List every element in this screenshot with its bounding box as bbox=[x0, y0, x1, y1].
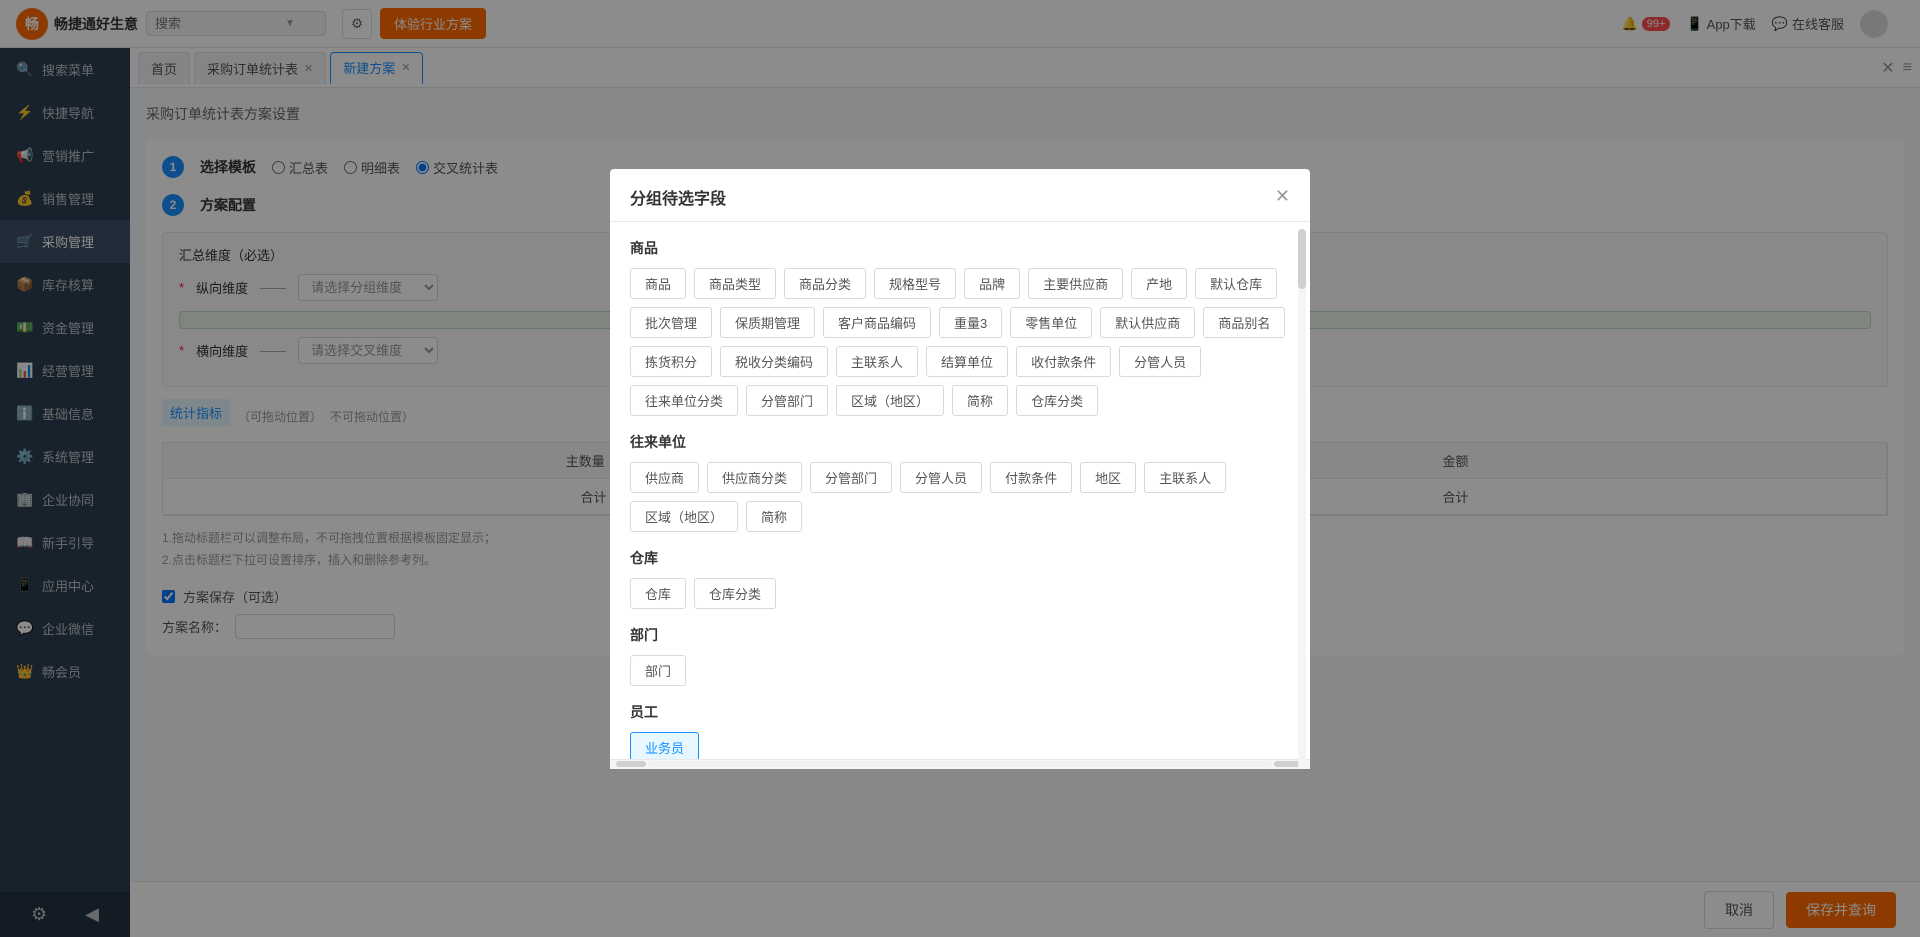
horizontal-scrollbar bbox=[610, 759, 1310, 769]
field-tag-area[interactable]: 地区 bbox=[1080, 462, 1136, 493]
field-tag-pick-points[interactable]: 拣货积分 bbox=[630, 346, 712, 377]
horizontal-scroll-track[interactable] bbox=[648, 761, 1272, 767]
field-tag-region2[interactable]: 区域（地区） bbox=[630, 501, 738, 532]
field-tags-staff: 业务员 bbox=[630, 732, 1290, 760]
section-dept: 部门 部门 bbox=[630, 625, 1290, 686]
field-tag-payment-terms[interactable]: 收付款条件 bbox=[1016, 346, 1111, 377]
field-tag-goods-category[interactable]: 商品分类 bbox=[784, 268, 866, 299]
field-tag-warehouse-category[interactable]: 仓库分类 bbox=[1016, 385, 1098, 416]
section-title-partner: 往来单位 bbox=[630, 432, 1290, 452]
field-tag-goods-type[interactable]: 商品类型 bbox=[694, 268, 776, 299]
field-tag-short-name[interactable]: 简称 bbox=[952, 385, 1008, 416]
section-title-goods: 商品 bbox=[630, 238, 1290, 258]
modal-header: 分组待选字段 ✕ bbox=[610, 169, 1310, 222]
section-staff: 员工 业务员 bbox=[630, 702, 1290, 760]
field-tag-brand[interactable]: 品牌 bbox=[964, 268, 1020, 299]
field-tag-main-supplier[interactable]: 主要供应商 bbox=[1028, 268, 1123, 299]
scrollbar-thumb[interactable] bbox=[1298, 229, 1306, 289]
field-tag-mgmt-dept[interactable]: 分管部门 bbox=[810, 462, 892, 493]
horizontal-scroll-left bbox=[616, 761, 646, 767]
field-tag-default-warehouse[interactable]: 默认仓库 bbox=[1195, 268, 1277, 299]
field-tag-main-contact2[interactable]: 主联系人 bbox=[1144, 462, 1226, 493]
field-tag-short-name2[interactable]: 简称 bbox=[746, 501, 802, 532]
field-tag-manager[interactable]: 分管人员 bbox=[1119, 346, 1201, 377]
section-goods: 商品 商品 商品类型 商品分类 规格型号 品牌 主要供应商 产地 默认仓库 批次… bbox=[630, 238, 1290, 416]
field-tag-dept-managed[interactable]: 分管部门 bbox=[746, 385, 828, 416]
field-tag-from-unit-category[interactable]: 往来单位分类 bbox=[630, 385, 738, 416]
field-tag-origin[interactable]: 产地 bbox=[1131, 268, 1187, 299]
section-title-warehouse: 仓库 bbox=[630, 548, 1290, 568]
section-warehouse: 仓库 仓库 仓库分类 bbox=[630, 548, 1290, 609]
field-tag-region-district[interactable]: 区域（地区） bbox=[836, 385, 944, 416]
modal-overlay: 分组待选字段 ✕ 商品 商品 商品类型 商品分类 规格型号 品牌 主要供应商 产… bbox=[0, 0, 1920, 937]
field-tag-tax-code[interactable]: 税收分类编码 bbox=[720, 346, 828, 377]
field-tag-default-supplier[interactable]: 默认供应商 bbox=[1100, 307, 1195, 338]
section-title-staff: 员工 bbox=[630, 702, 1290, 722]
section-partner: 往来单位 供应商 供应商分类 分管部门 分管人员 付款条件 地区 主联系人 区域… bbox=[630, 432, 1290, 532]
field-tag-customer-code[interactable]: 客户商品编码 bbox=[823, 307, 931, 338]
scrollbar-track[interactable] bbox=[1298, 229, 1306, 769]
modal: 分组待选字段 ✕ 商品 商品 商品类型 商品分类 规格型号 品牌 主要供应商 产… bbox=[610, 169, 1310, 769]
section-title-dept: 部门 bbox=[630, 625, 1290, 645]
field-tag-goods[interactable]: 商品 bbox=[630, 268, 686, 299]
field-tag-goods-alias[interactable]: 商品别名 bbox=[1203, 307, 1285, 338]
field-tag-warehouse[interactable]: 仓库 bbox=[630, 578, 686, 609]
field-tags-warehouse: 仓库 仓库分类 bbox=[630, 578, 1290, 609]
field-tags-dept: 部门 bbox=[630, 655, 1290, 686]
field-tag-mgmt-person[interactable]: 分管人员 bbox=[900, 462, 982, 493]
field-tag-salesperson[interactable]: 业务员 bbox=[630, 732, 699, 760]
field-tag-spec-type[interactable]: 规格型号 bbox=[874, 268, 956, 299]
field-tag-department[interactable]: 部门 bbox=[630, 655, 686, 686]
modal-title: 分组待选字段 bbox=[630, 185, 726, 209]
field-tag-payment-cond[interactable]: 付款条件 bbox=[990, 462, 1072, 493]
field-tag-supplier[interactable]: 供应商 bbox=[630, 462, 699, 493]
modal-close-button[interactable]: ✕ bbox=[1275, 186, 1290, 207]
field-tags-goods: 商品 商品类型 商品分类 规格型号 品牌 主要供应商 产地 默认仓库 批次管理 … bbox=[630, 268, 1290, 416]
field-tag-weight3[interactable]: 重量3 bbox=[939, 307, 1002, 338]
field-tags-partner: 供应商 供应商分类 分管部门 分管人员 付款条件 地区 主联系人 区域（地区） … bbox=[630, 462, 1290, 532]
field-tag-supplier-category[interactable]: 供应商分类 bbox=[707, 462, 802, 493]
field-tag-retail-unit[interactable]: 零售单位 bbox=[1010, 307, 1092, 338]
field-tag-settlement-unit[interactable]: 结算单位 bbox=[926, 346, 1008, 377]
field-tag-warehouse-cat[interactable]: 仓库分类 bbox=[694, 578, 776, 609]
field-tag-quality-mgmt[interactable]: 保质期管理 bbox=[720, 307, 815, 338]
field-tag-batch-mgmt[interactable]: 批次管理 bbox=[630, 307, 712, 338]
field-tag-main-contact[interactable]: 主联系人 bbox=[836, 346, 918, 377]
modal-body: 商品 商品 商品类型 商品分类 规格型号 品牌 主要供应商 产地 默认仓库 批次… bbox=[610, 222, 1310, 760]
